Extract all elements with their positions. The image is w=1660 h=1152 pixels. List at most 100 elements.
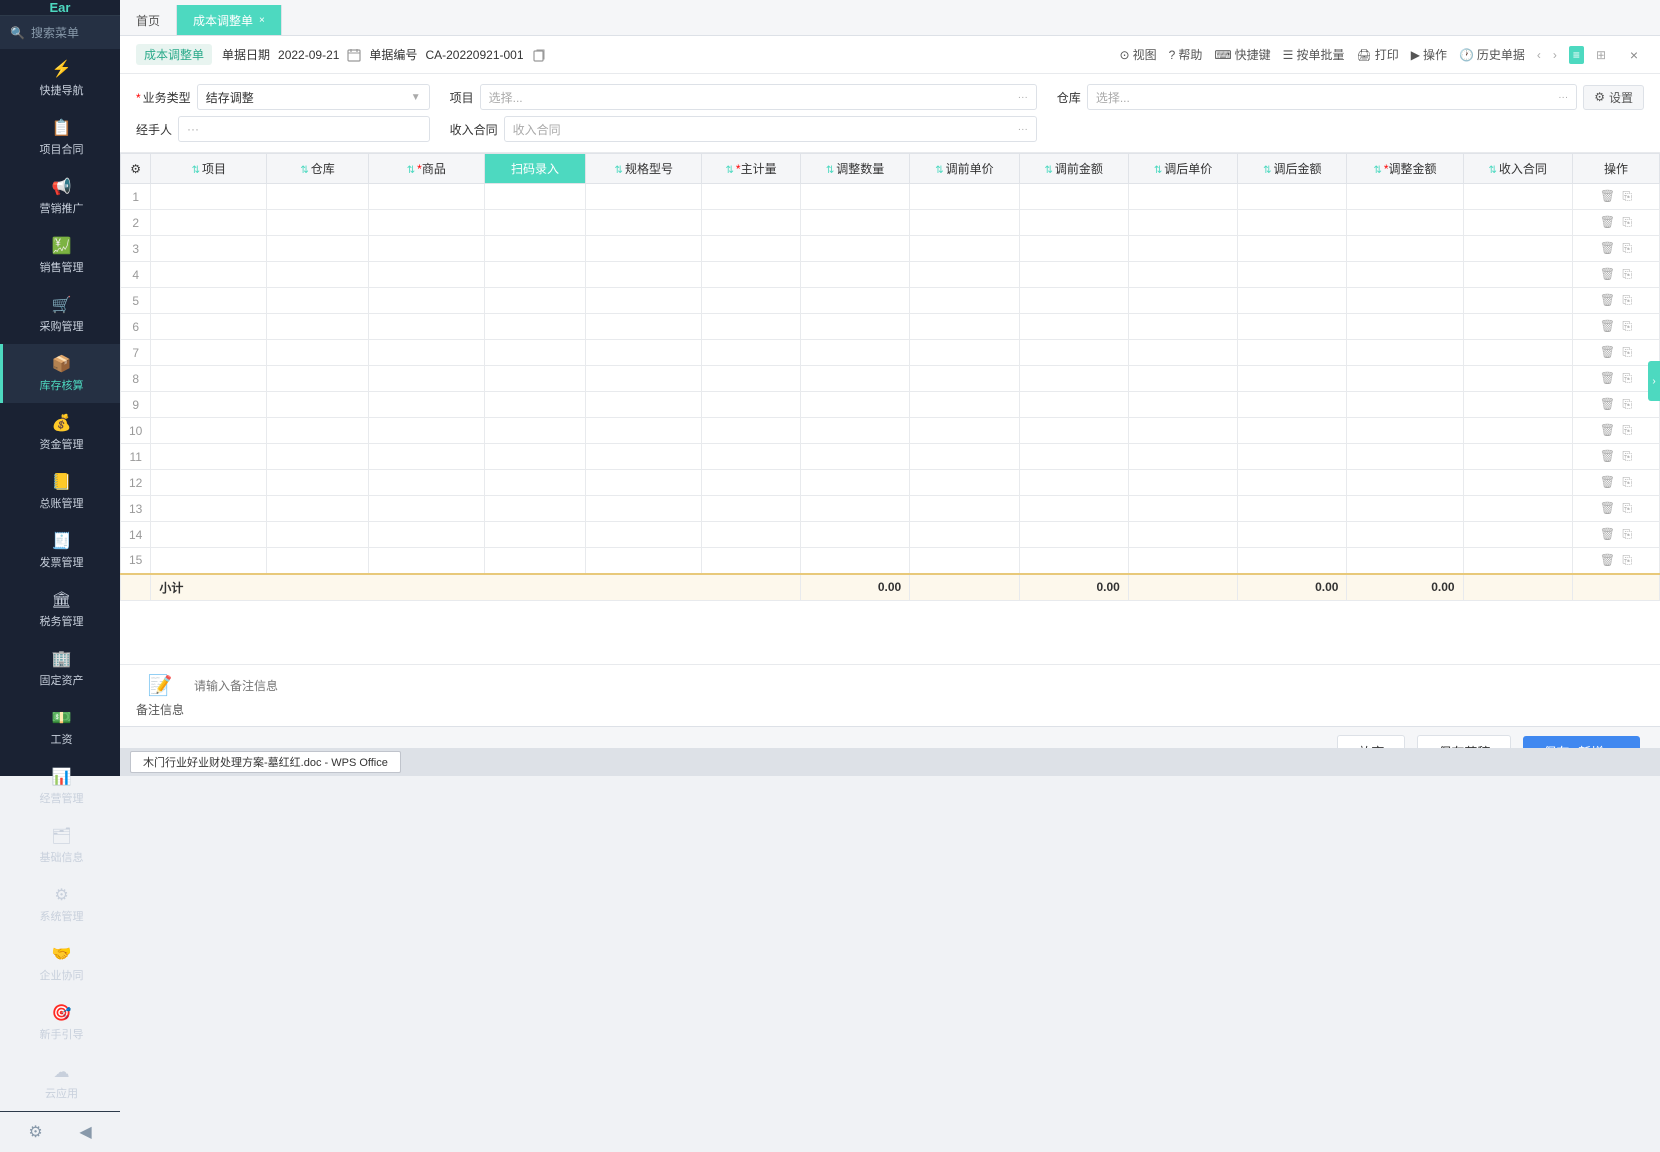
cell-adj-amt[interactable] [1238, 548, 1347, 574]
cell-income[interactable] [1463, 314, 1572, 340]
cell-scan[interactable] [484, 340, 585, 366]
cell-adj-total[interactable] [1347, 418, 1463, 444]
cell-unit[interactable] [702, 210, 801, 236]
copy-icon[interactable]: ⎘ [1622, 345, 1632, 359]
cell-adj-amt[interactable] [1238, 470, 1347, 496]
cell-warehouse[interactable] [267, 418, 368, 444]
cell-adj-price[interactable] [1128, 418, 1237, 444]
delete-icon[interactable]: 🗑 [1600, 267, 1615, 281]
cell-prev-price[interactable] [910, 496, 1019, 522]
cell-spec[interactable] [586, 262, 702, 288]
cell-unit[interactable] [702, 184, 801, 210]
cell-prev-price[interactable] [910, 548, 1019, 574]
cell-prev-amt[interactable] [1019, 470, 1128, 496]
cell-prev-price[interactable] [910, 210, 1019, 236]
cell-adj-amt[interactable] [1238, 340, 1347, 366]
copy-icon[interactable]: ⎘ [1622, 397, 1632, 411]
cell-prev-price[interactable] [910, 340, 1019, 366]
cell-unit[interactable] [702, 340, 801, 366]
cell-scan[interactable] [484, 418, 585, 444]
cell-qty[interactable] [800, 236, 909, 262]
sidebar-item-new-guide[interactable]: 🎯 新手引导 [0, 993, 120, 1052]
cell-prev-amt[interactable] [1019, 262, 1128, 288]
cell-adj-total[interactable] [1347, 444, 1463, 470]
cell-prev-amt[interactable] [1019, 288, 1128, 314]
cell-project[interactable] [151, 184, 267, 210]
batch-edit-action[interactable]: ☰ 按单批量 [1283, 46, 1345, 63]
cell-scan[interactable] [484, 392, 585, 418]
sidebar-item-enterprise[interactable]: 🤝 企业协同 [0, 934, 120, 993]
cell-qty[interactable] [800, 314, 909, 340]
sort-icon[interactable]: ⇅ [1489, 165, 1497, 176]
delete-icon[interactable]: 🗑 [1600, 475, 1615, 489]
sidebar-item-base-info[interactable]: 🗂 基础信息 [0, 816, 120, 875]
cell-adj-price[interactable] [1128, 236, 1237, 262]
cell-spec[interactable] [586, 392, 702, 418]
copy-icon[interactable]: ⎘ [1622, 553, 1632, 567]
copy-icon[interactable]: ⎘ [1622, 241, 1632, 255]
sort-icon[interactable]: ⇅ [192, 165, 200, 176]
cell-goods[interactable] [368, 340, 484, 366]
cell-unit[interactable] [702, 496, 801, 522]
cell-adj-total[interactable] [1347, 366, 1463, 392]
cell-prev-amt[interactable] [1019, 210, 1128, 236]
delete-icon[interactable]: 🗑 [1600, 449, 1615, 463]
cell-adj-total[interactable] [1347, 340, 1463, 366]
delete-icon[interactable]: 🗑 [1600, 215, 1615, 229]
cell-warehouse[interactable] [267, 288, 368, 314]
business-type-select[interactable]: 结存调整 ▼ [197, 84, 430, 110]
cell-adj-amt[interactable] [1238, 314, 1347, 340]
cell-qty[interactable] [800, 392, 909, 418]
cell-goods[interactable] [368, 262, 484, 288]
settings-button[interactable]: ⚙ 设置 [1583, 85, 1644, 110]
cell-project[interactable] [151, 522, 267, 548]
cell-project[interactable] [151, 496, 267, 522]
cell-prev-price[interactable] [910, 470, 1019, 496]
cell-adj-amt[interactable] [1238, 184, 1347, 210]
cell-income[interactable] [1463, 548, 1572, 574]
cell-qty[interactable] [800, 262, 909, 288]
cell-warehouse[interactable] [267, 496, 368, 522]
cell-qty[interactable] [800, 470, 909, 496]
cell-qty[interactable] [800, 288, 909, 314]
cell-unit[interactable] [702, 236, 801, 262]
copy-icon[interactable]: ⎘ [1622, 319, 1632, 333]
cell-income[interactable] [1463, 418, 1572, 444]
cell-goods[interactable] [368, 418, 484, 444]
cell-income[interactable] [1463, 288, 1572, 314]
project-dots[interactable]: ··· [1018, 92, 1028, 103]
cell-spec[interactable] [586, 366, 702, 392]
sort-icon[interactable]: ⇅ [300, 165, 308, 176]
delete-icon[interactable]: 🗑 [1600, 241, 1615, 255]
cell-goods[interactable] [368, 236, 484, 262]
cell-goods[interactable] [368, 366, 484, 392]
cell-spec[interactable] [586, 496, 702, 522]
sidebar-item-sales-promo[interactable]: 📢 营销推广 [0, 167, 120, 226]
cell-prev-amt[interactable] [1019, 314, 1128, 340]
delete-icon[interactable]: 🗑 [1600, 423, 1615, 437]
cell-prev-price[interactable] [910, 392, 1019, 418]
copy-icon[interactable]: ⎘ [1622, 215, 1632, 229]
sidebar-item-inventory-calc[interactable]: 📦 库存核算 [0, 344, 120, 403]
sort-icon[interactable]: ⇅ [1154, 165, 1162, 176]
remarks-input[interactable] [194, 673, 1644, 709]
cell-goods[interactable] [368, 314, 484, 340]
cell-unit[interactable] [702, 548, 801, 574]
cell-goods[interactable] [368, 288, 484, 314]
cell-qty[interactable] [800, 548, 909, 574]
cell-scan[interactable] [484, 444, 585, 470]
income-contract-select[interactable]: 收入合同 ··· [504, 116, 1037, 142]
cell-prev-amt[interactable] [1019, 392, 1128, 418]
cell-adj-total[interactable] [1347, 210, 1463, 236]
cell-scan[interactable] [484, 210, 585, 236]
cell-prev-price[interactable] [910, 184, 1019, 210]
cell-project[interactable] [151, 210, 267, 236]
warehouse-dots[interactable]: ··· [1558, 92, 1568, 103]
nav-prev-icon[interactable]: ‹ [1537, 48, 1541, 62]
cell-adj-price[interactable] [1128, 444, 1237, 470]
cell-project[interactable] [151, 392, 267, 418]
copy-icon[interactable]: ⎘ [1622, 371, 1632, 385]
cell-qty[interactable] [800, 340, 909, 366]
cell-project[interactable] [151, 340, 267, 366]
copy-icon[interactable]: ⎘ [1622, 475, 1632, 489]
